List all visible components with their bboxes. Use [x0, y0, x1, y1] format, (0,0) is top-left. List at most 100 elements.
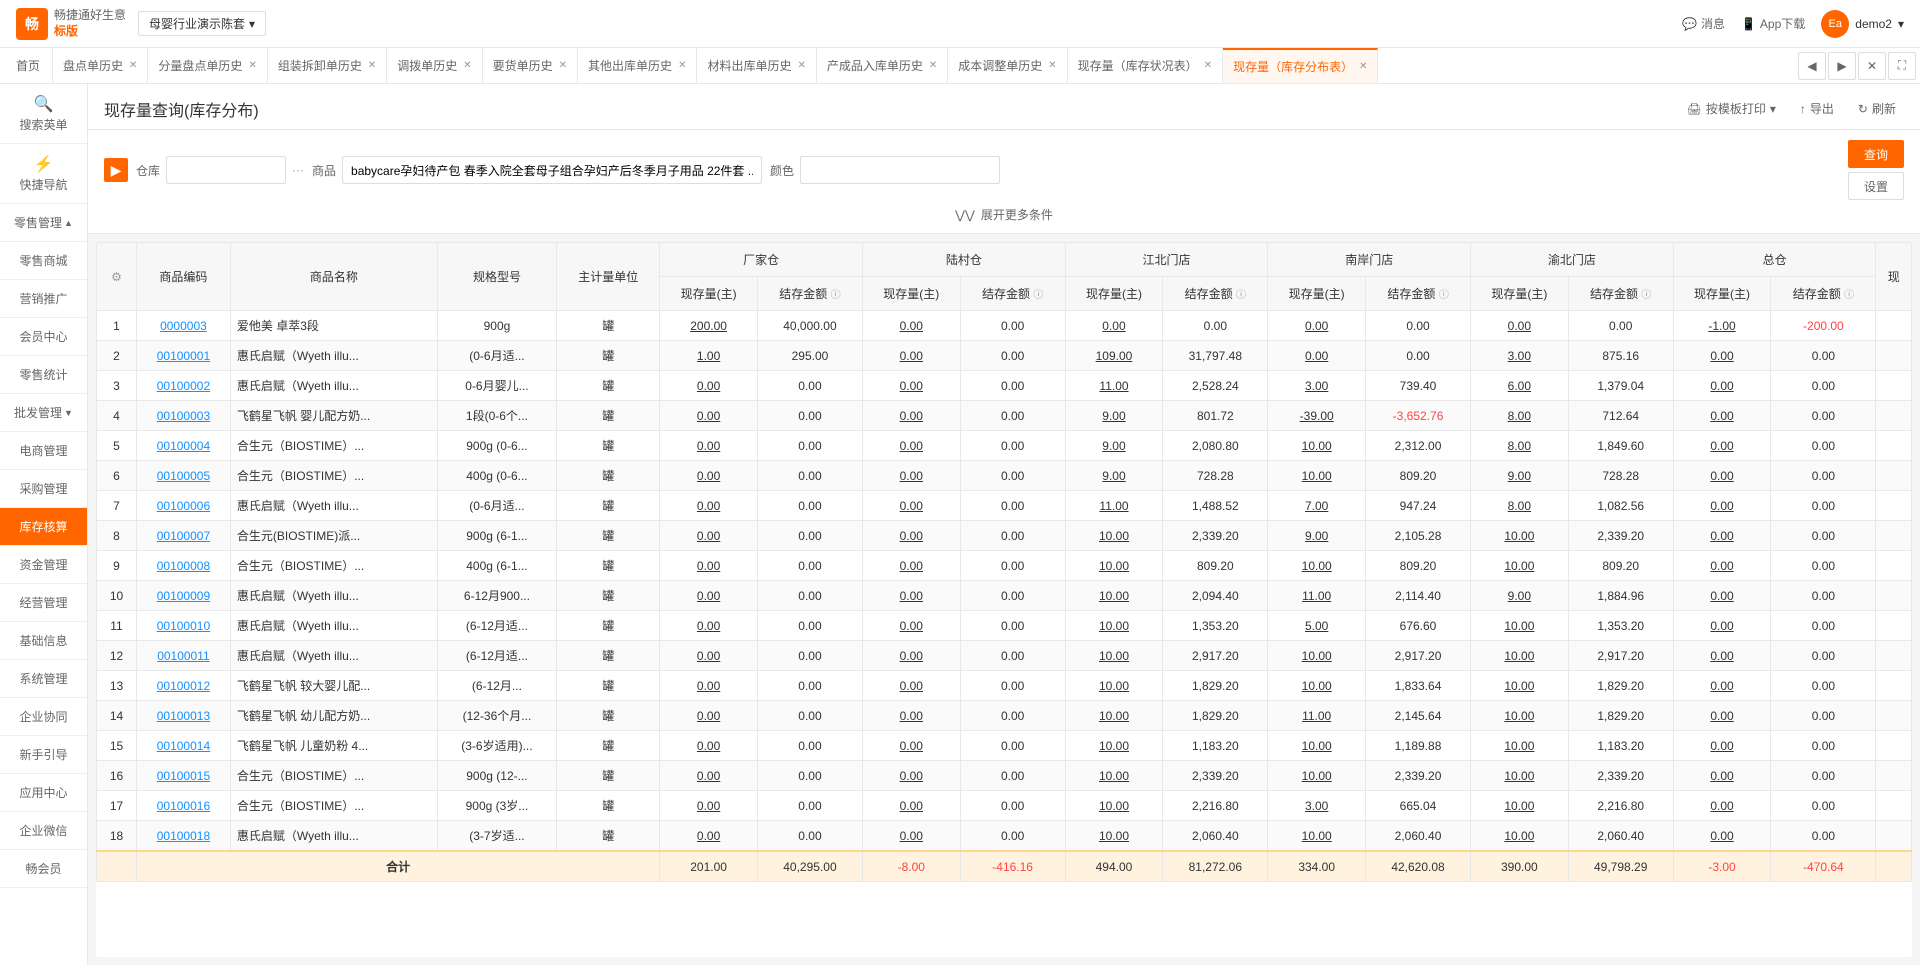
cell-tot-q[interactable]: 0.00 [1673, 731, 1771, 761]
cell-tot-q[interactable]: 0.00 [1673, 461, 1771, 491]
tab-close-t1[interactable]: ✕ [129, 61, 137, 71]
setting-btn[interactable]: 设置 [1848, 172, 1904, 200]
warehouse-input[interactable] [166, 156, 286, 184]
cell-na-q[interactable]: 7.00 [1268, 491, 1366, 521]
cell-yb-q[interactable]: 8.00 [1471, 431, 1569, 461]
tab-close-t7[interactable]: ✕ [797, 61, 805, 71]
cell-lc-q[interactable]: 0.00 [863, 821, 961, 852]
cell-lc-q[interactable]: 0.00 [863, 491, 961, 521]
tab-t10[interactable]: 现存量（库存状况表） ✕ [1068, 48, 1223, 84]
cell-code[interactable]: 00100014 [137, 731, 231, 761]
cell-yb-q[interactable]: 10.00 [1471, 551, 1569, 581]
cell-lc-q[interactable]: 0.00 [863, 341, 961, 371]
cell-jb-q[interactable]: 10.00 [1065, 521, 1163, 551]
tab-t7[interactable]: 材料出库单历史 ✕ [697, 48, 816, 84]
cell-tot-q[interactable]: 0.00 [1673, 791, 1771, 821]
cell-ck-q[interactable]: 0.00 [660, 401, 758, 431]
sidebar-item-guide[interactable]: 新手引导 [0, 736, 87, 774]
tab-close-t5[interactable]: ✕ [559, 61, 567, 71]
cell-code[interactable]: 00100010 [137, 611, 231, 641]
cell-ck-q[interactable]: 0.00 [660, 611, 758, 641]
cell-tot-q[interactable]: 0.00 [1673, 671, 1771, 701]
cell-yb-q[interactable]: 8.00 [1471, 491, 1569, 521]
cell-ck-q[interactable]: 0.00 [660, 491, 758, 521]
cell-ck-q[interactable]: 0.00 [660, 821, 758, 852]
message-btn[interactable]: 💬 消息 [1682, 15, 1725, 32]
cell-code[interactable]: 00100004 [137, 431, 231, 461]
sidebar-item-ecom[interactable]: 电商管理 [0, 432, 87, 470]
cell-yb-q[interactable]: 10.00 [1471, 521, 1569, 551]
tab-prev-btn[interactable]: ◀ [1798, 52, 1826, 80]
cell-jb-q[interactable]: 10.00 [1065, 641, 1163, 671]
cell-jb-q[interactable]: 9.00 [1065, 401, 1163, 431]
cell-lc-q[interactable]: 0.00 [863, 671, 961, 701]
cell-tot-q[interactable]: -1.00 [1673, 311, 1771, 341]
cell-ck-q[interactable]: 1.00 [660, 341, 758, 371]
filter-expand-row[interactable]: ⋁⋁ 展开更多条件 [104, 206, 1904, 223]
cell-code[interactable]: 00100016 [137, 791, 231, 821]
filter-expand-btn[interactable]: ▶ [104, 158, 128, 182]
cell-jb-q[interactable]: 10.00 [1065, 551, 1163, 581]
cell-ck-q[interactable]: 0.00 [660, 371, 758, 401]
cell-yb-q[interactable]: 10.00 [1471, 731, 1569, 761]
sidebar-item-appcenter[interactable]: 应用中心 [0, 774, 87, 812]
cell-lc-q[interactable]: 0.00 [863, 791, 961, 821]
cell-code[interactable]: 00100003 [137, 401, 231, 431]
print-btn[interactable]: 🖨 按模板打印 ▾ [1679, 96, 1784, 121]
cell-code[interactable]: 00100012 [137, 671, 231, 701]
sidebar-item-wechat[interactable]: 企业微信 [0, 812, 87, 850]
goods-input[interactable] [342, 156, 762, 184]
cell-yb-q[interactable]: 10.00 [1471, 791, 1569, 821]
cell-na-q[interactable]: 10.00 [1268, 761, 1366, 791]
cell-jb-q[interactable]: 10.00 [1065, 611, 1163, 641]
cell-yb-q[interactable]: 3.00 [1471, 341, 1569, 371]
tab-t5[interactable]: 要货单历史 ✕ [483, 48, 578, 84]
cell-jb-q[interactable]: 10.00 [1065, 761, 1163, 791]
sidebar-item-basic[interactable]: 基础信息 [0, 622, 87, 660]
cell-yb-q[interactable]: 10.00 [1471, 761, 1569, 791]
cell-yb-q[interactable]: 10.00 [1471, 671, 1569, 701]
cell-jb-q[interactable]: 10.00 [1065, 821, 1163, 852]
cell-code[interactable]: 00100006 [137, 491, 231, 521]
cell-na-q[interactable]: 3.00 [1268, 791, 1366, 821]
export-btn[interactable]: ↑ 导出 [1792, 96, 1842, 121]
cell-yb-q[interactable]: 0.00 [1471, 311, 1569, 341]
sidebar-item-finance[interactable]: 资金管理 [0, 546, 87, 584]
tab-close-t6[interactable]: ✕ [678, 61, 686, 71]
industry-selector[interactable]: 母婴行业演示陈套 ▾ [138, 11, 266, 36]
cell-tot-q[interactable]: 0.00 [1673, 521, 1771, 551]
cell-lc-q[interactable]: 0.00 [863, 401, 961, 431]
cell-tot-q[interactable]: 0.00 [1673, 341, 1771, 371]
tab-t1[interactable]: 盘点单历史 ✕ [53, 48, 148, 84]
cell-tot-q[interactable]: 0.00 [1673, 611, 1771, 641]
cell-tot-q[interactable]: 0.00 [1673, 551, 1771, 581]
cell-code[interactable]: 00100015 [137, 761, 231, 791]
cell-tot-q[interactable]: 0.00 [1673, 371, 1771, 401]
sidebar-item-member[interactable]: 会员中心 [0, 318, 87, 356]
cell-ck-q[interactable]: 0.00 [660, 581, 758, 611]
cell-code[interactable]: 00100009 [137, 581, 231, 611]
cell-tot-q[interactable]: 0.00 [1673, 401, 1771, 431]
sidebar-item-retail-store[interactable]: 零售商城 [0, 242, 87, 280]
cell-lc-q[interactable]: 0.00 [863, 521, 961, 551]
cell-yb-q[interactable]: 10.00 [1471, 821, 1569, 852]
cell-na-q[interactable]: 10.00 [1268, 551, 1366, 581]
cell-tot-q[interactable]: 0.00 [1673, 641, 1771, 671]
cell-yb-q[interactable]: 9.00 [1471, 581, 1569, 611]
tab-close-all-btn[interactable]: ✕ [1858, 52, 1886, 80]
cell-na-q[interactable]: 11.00 [1268, 581, 1366, 611]
sidebar-item-retail-stats[interactable]: 零售统计 [0, 356, 87, 394]
sidebar-item-vip[interactable]: 畅会员 [0, 850, 87, 888]
cell-lc-q[interactable]: 0.00 [863, 641, 961, 671]
cell-lc-q[interactable]: 0.00 [863, 731, 961, 761]
tab-close-t2[interactable]: ✕ [248, 61, 256, 71]
tab-close-t4[interactable]: ✕ [463, 61, 471, 71]
cell-na-q[interactable]: 10.00 [1268, 431, 1366, 461]
cell-na-q[interactable]: 0.00 [1268, 341, 1366, 371]
cell-na-q[interactable]: 10.00 [1268, 731, 1366, 761]
sidebar-item-ops[interactable]: 经营管理 [0, 584, 87, 622]
cell-jb-q[interactable]: 11.00 [1065, 491, 1163, 521]
tab-close-t8[interactable]: ✕ [929, 61, 937, 71]
cell-jb-q[interactable]: 0.00 [1065, 311, 1163, 341]
cell-na-q[interactable]: 10.00 [1268, 821, 1366, 852]
